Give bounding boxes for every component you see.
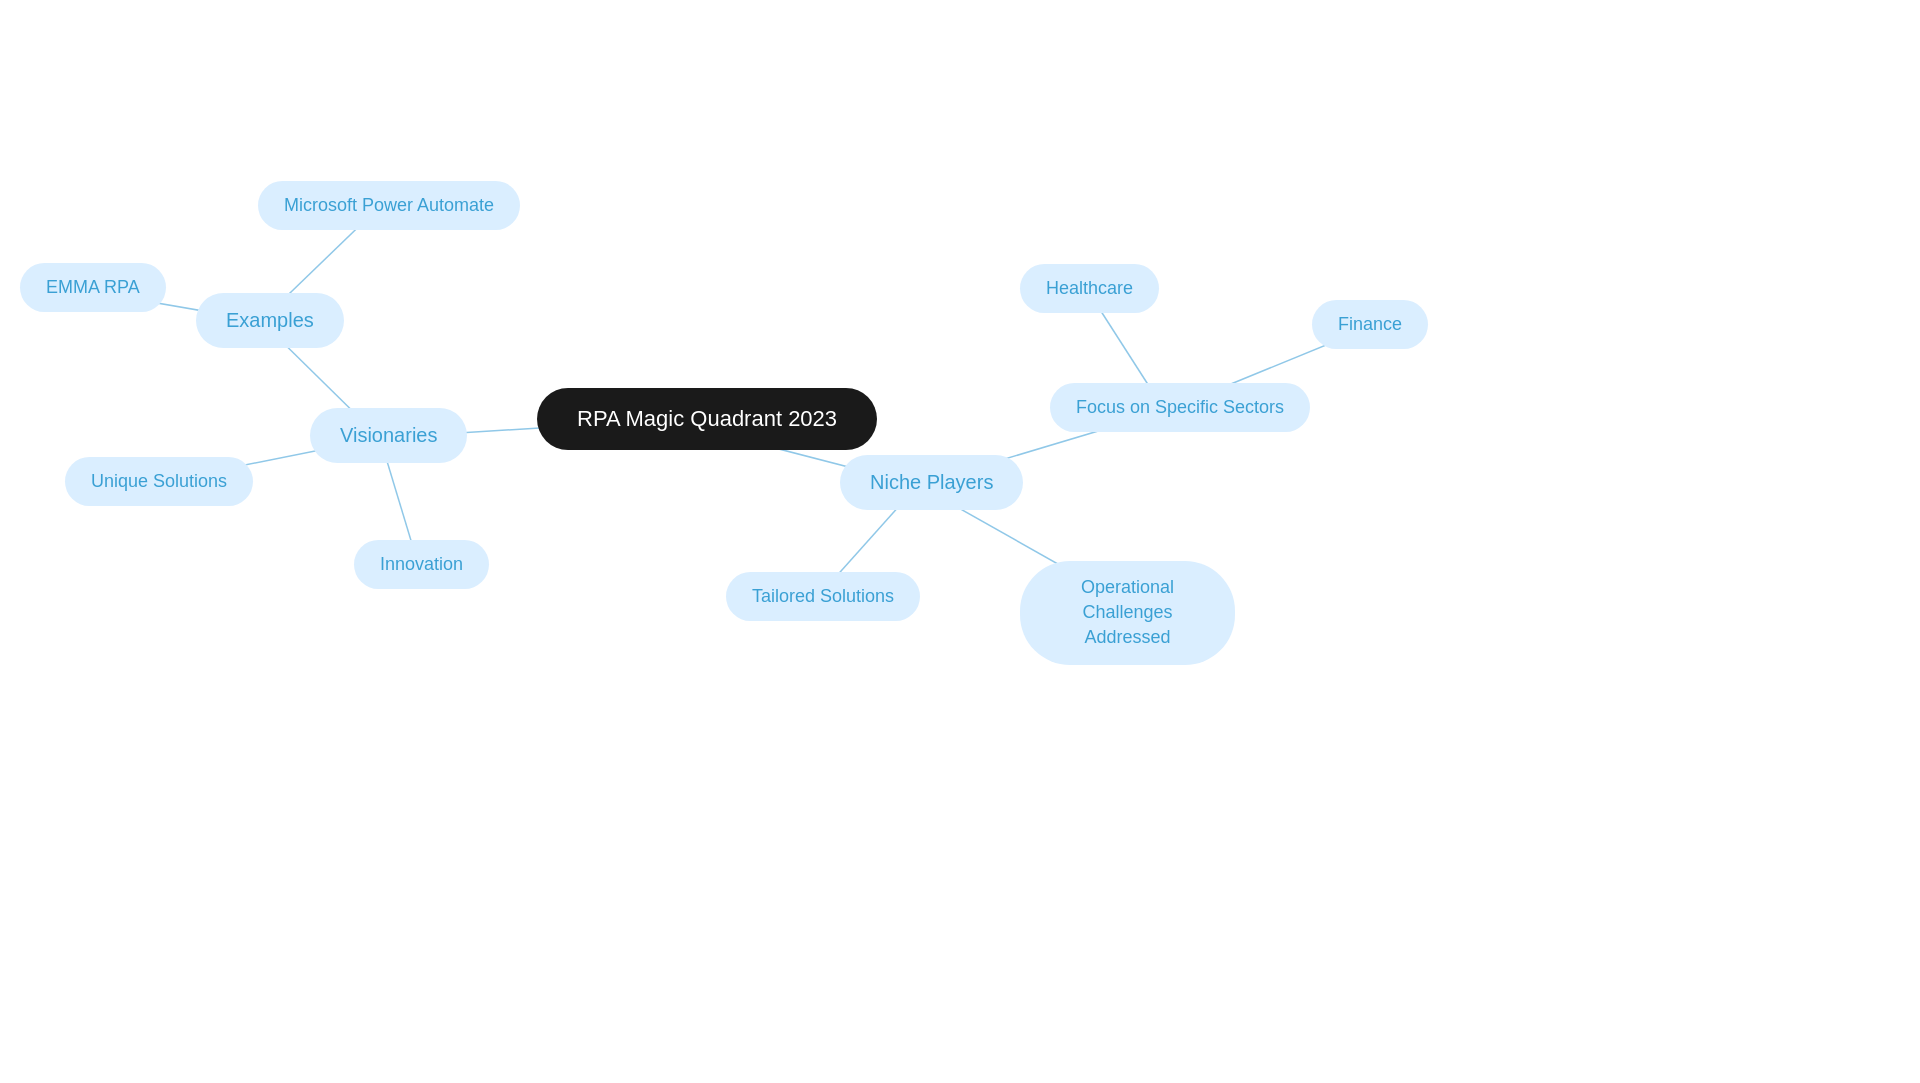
examples-node: Examples <box>196 293 344 348</box>
unique-solutions-node: Unique Solutions <box>65 457 253 506</box>
tailored-solutions-node: Tailored Solutions <box>726 572 920 621</box>
emma-node: EMMA RPA <box>20 263 166 312</box>
operational-challenges-node: Operational Challenges Addressed <box>1020 561 1235 665</box>
microsoft-node: Microsoft Power Automate <box>258 181 520 230</box>
center-node: RPA Magic Quadrant 2023 <box>537 388 877 450</box>
visionaries-node: Visionaries <box>310 408 467 463</box>
healthcare-node: Healthcare <box>1020 264 1159 313</box>
innovation-node: Innovation <box>354 540 489 589</box>
niche-players-node: Niche Players <box>840 455 1023 510</box>
finance-node: Finance <box>1312 300 1428 349</box>
focus-sectors-node: Focus on Specific Sectors <box>1050 383 1310 432</box>
